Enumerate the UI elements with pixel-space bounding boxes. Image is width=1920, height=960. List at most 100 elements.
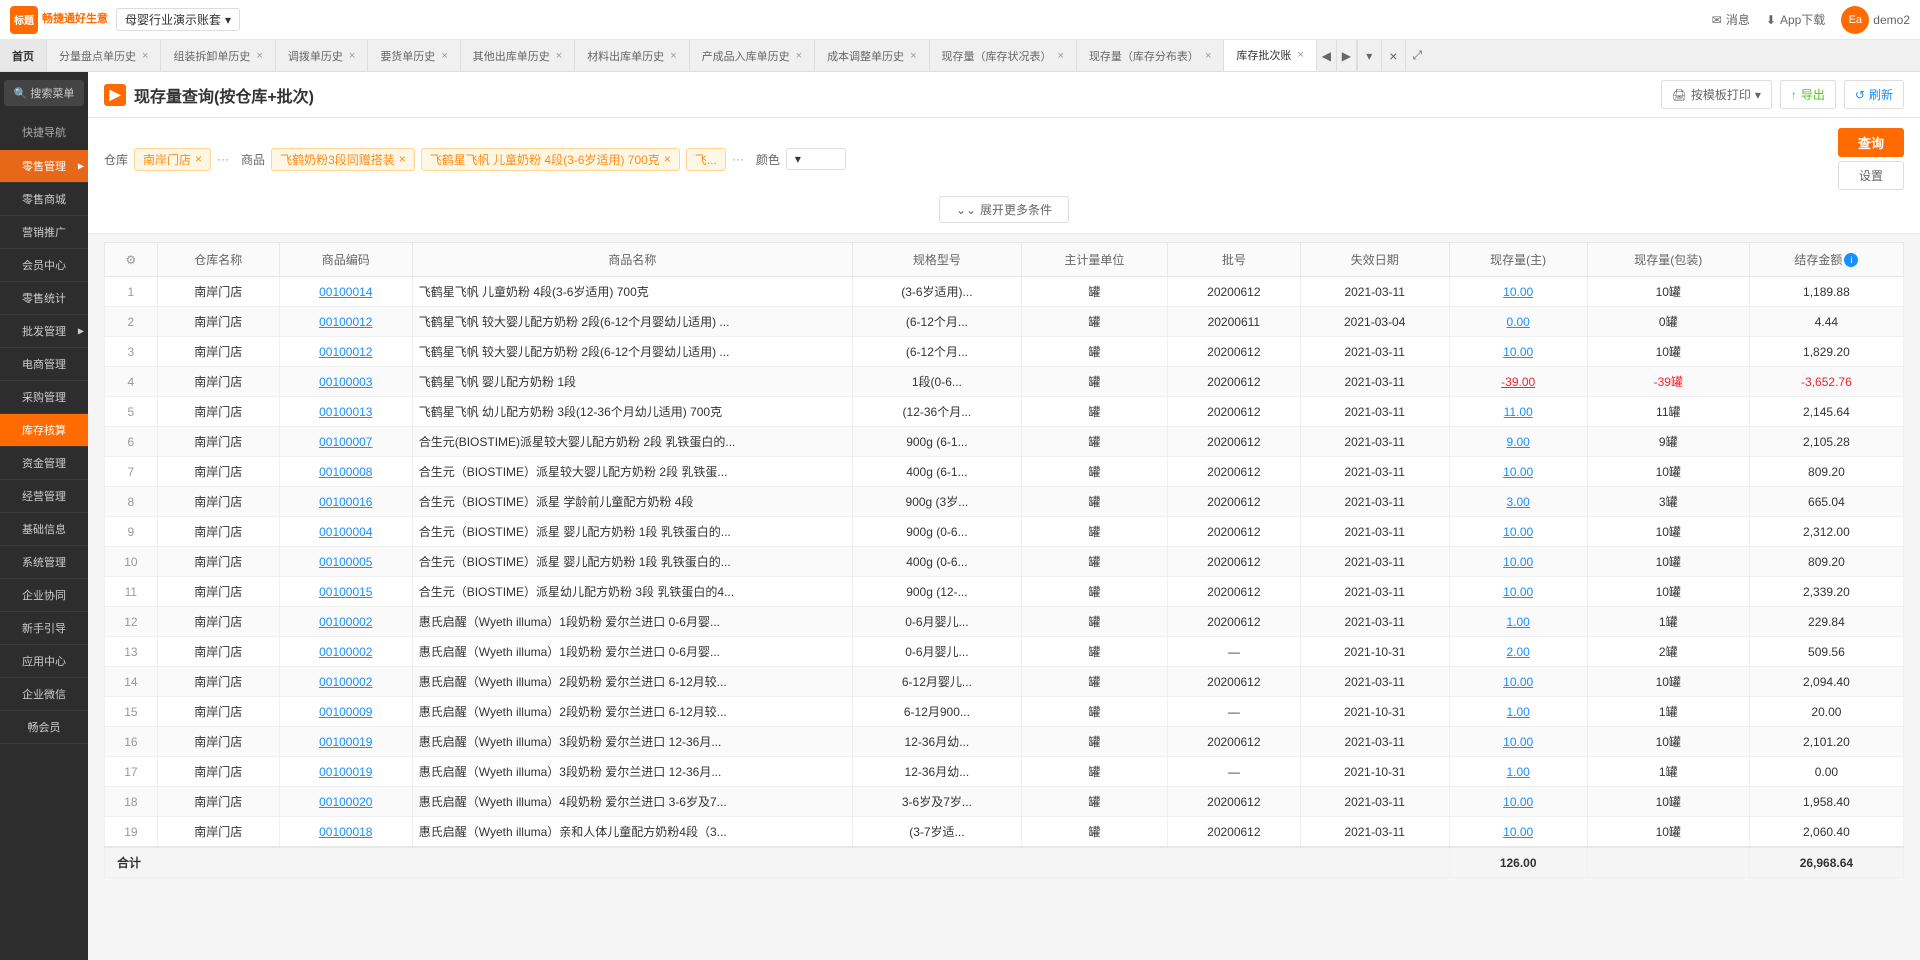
tab-5-close[interactable]: × [556,50,562,62]
tab-7[interactable]: 产成品入库单历史 × [690,40,815,72]
cell-code[interactable]: 00100007 [279,427,412,457]
template-print-button[interactable]: 🖨 按模板打印 ▾ [1661,80,1772,109]
quick-nav-button[interactable]: 快捷导航 [4,120,84,144]
cell-code[interactable]: 00100013 [279,397,412,427]
product-more[interactable]: ··· [732,152,744,166]
set-button[interactable]: 设置 [1838,161,1904,190]
export-button[interactable]: ↑ 导出 [1780,80,1836,109]
sidebar-item-finance[interactable]: 资金管理 [0,447,88,480]
cell-code[interactable]: 00100012 [279,307,412,337]
sidebar-item-inventory[interactable]: 库存核算 [0,414,88,447]
search-menu-button[interactable]: 🔍 搜索菜单 [4,80,84,106]
cell-code[interactable]: 00100018 [279,817,412,848]
warehouse-tag-close[interactable]: × [195,152,202,166]
expand-button[interactable]: ⌄⌄ 展开更多条件 [939,196,1069,223]
cell-code[interactable]: 00100020 [279,787,412,817]
tab-11[interactable]: 库存批次账 × [1224,40,1316,72]
sidebar-item-system[interactable]: 系统管理 [0,546,88,579]
sidebar-item-guide[interactable]: 新手引导 [0,612,88,645]
cell-qty-main[interactable]: 10.00 [1449,457,1587,487]
messages-button[interactable]: ✉ 消息 [1712,11,1750,28]
tab-10[interactable]: 现存量（库存分布表） × [1077,40,1224,72]
tab-1-close[interactable]: × [142,50,148,62]
cell-code[interactable]: 00100005 [279,547,412,577]
cell-code[interactable]: 00100019 [279,727,412,757]
tab-2-close[interactable]: × [256,50,262,62]
product-tag-2[interactable]: 飞鹤星飞帆 儿童奶粉 4段(3-6岁适用) 700克 × [421,148,680,171]
sidebar-item-cooperation[interactable]: 企业协同 [0,579,88,612]
tab-nav-left[interactable]: ◀ [1317,40,1337,72]
cell-qty-main[interactable]: 10.00 [1449,517,1587,547]
cell-code[interactable]: 00100002 [279,607,412,637]
cell-qty-main[interactable]: 10.00 [1449,337,1587,367]
tab-5[interactable]: 其他出库单历史 × [461,40,575,72]
tab-8[interactable]: 成本调整单历史 × [815,40,929,72]
sidebar-item-apps[interactable]: 应用中心 [0,645,88,678]
tab-6-close[interactable]: × [670,50,676,62]
cell-qty-main[interactable]: 1.00 [1449,757,1587,787]
user-profile[interactable]: Ea demo2 [1841,6,1910,34]
cell-qty-main[interactable]: 1.00 [1449,607,1587,637]
cell-qty-main[interactable]: -39.00 [1449,367,1587,397]
tab-3-close[interactable]: × [349,50,355,62]
query-button[interactable]: 查询 [1838,128,1904,157]
cell-code[interactable]: 00100009 [279,697,412,727]
tab-3[interactable]: 调拨单历史 × [276,40,368,72]
cell-code[interactable]: 00100012 [279,337,412,367]
amount-info-icon[interactable]: i [1844,253,1858,267]
cell-qty-main[interactable]: 9.00 [1449,427,1587,457]
sidebar-item-purchase[interactable]: 采购管理 [0,381,88,414]
cell-code[interactable]: 00100002 [279,637,412,667]
color-dropdown[interactable]: ▾ [786,148,846,170]
cell-qty-main[interactable]: 10.00 [1449,277,1587,307]
tab-1[interactable]: 分量盘点单历史 × [47,40,161,72]
sidebar-item-wholesale[interactable]: 批发管理 ▶ [0,315,88,348]
cell-code[interactable]: 00100003 [279,367,412,397]
cell-qty-main[interactable]: 10.00 [1449,577,1587,607]
sidebar-item-basic[interactable]: 基础信息 [0,513,88,546]
cell-code[interactable]: 00100016 [279,487,412,517]
tab-4-close[interactable]: × [441,50,447,62]
cell-qty-main[interactable]: 3.00 [1449,487,1587,517]
cell-code[interactable]: 00100019 [279,757,412,787]
th-settings[interactable]: ⚙ [105,243,158,277]
tab-close-all[interactable]: × [1381,40,1405,72]
sidebar-item-ecommerce[interactable]: 电商管理 [0,348,88,381]
cell-qty-main[interactable]: 0.00 [1449,307,1587,337]
cell-code[interactable]: 00100014 [279,277,412,307]
settings-icon[interactable]: ⚙ [125,253,136,267]
app-download-button[interactable]: ⬇ App下载 [1766,11,1825,28]
tab-8-close[interactable]: × [910,50,916,62]
cell-code[interactable]: 00100008 [279,457,412,487]
sidebar-item-member2[interactable]: 畅会员 [0,711,88,744]
sidebar-item-operations[interactable]: 经营管理 [0,480,88,513]
cell-qty-main[interactable]: 10.00 [1449,667,1587,697]
tab-9[interactable]: 现存量（库存状况表） × [930,40,1077,72]
cell-qty-main[interactable]: 11.00 [1449,397,1587,427]
tab-7-close[interactable]: × [796,50,802,62]
cell-qty-main[interactable]: 2.00 [1449,637,1587,667]
tab-10-close[interactable]: × [1205,50,1211,62]
product-tag-2-close[interactable]: × [664,152,671,166]
tab-6[interactable]: 材料出库单历史 × [575,40,689,72]
tab-home[interactable]: 首页 [0,40,47,72]
cell-code[interactable]: 00100002 [279,667,412,697]
tab-4[interactable]: 要货单历史 × [368,40,460,72]
cell-qty-main[interactable]: 10.00 [1449,727,1587,757]
tab-expand[interactable]: ▾ [1357,40,1381,72]
product-tag-1-close[interactable]: × [399,152,406,166]
cell-qty-main[interactable]: 10.00 [1449,817,1587,848]
cell-code[interactable]: 00100004 [279,517,412,547]
tab-2[interactable]: 组装拆卸单历史 × [161,40,275,72]
org-selector[interactable]: 母婴行业演示账套 ▾ [116,8,240,31]
tab-11-close[interactable]: × [1297,49,1303,61]
cell-qty-main[interactable]: 10.00 [1449,787,1587,817]
refresh-button[interactable]: ↺ 刷新 [1844,80,1904,109]
toggle-filter-button[interactable]: ▶ [104,84,126,106]
cell-qty-main[interactable]: 1.00 [1449,697,1587,727]
sidebar-item-marketing[interactable]: 营销推广 [0,216,88,249]
sidebar-item-wechat[interactable]: 企业微信 [0,678,88,711]
sidebar-item-retail[interactable]: 零售管理 ▶ [0,150,88,183]
sidebar-item-mall[interactable]: 零售商城 [0,183,88,216]
sidebar-item-retail-stats[interactable]: 零售统计 [0,282,88,315]
